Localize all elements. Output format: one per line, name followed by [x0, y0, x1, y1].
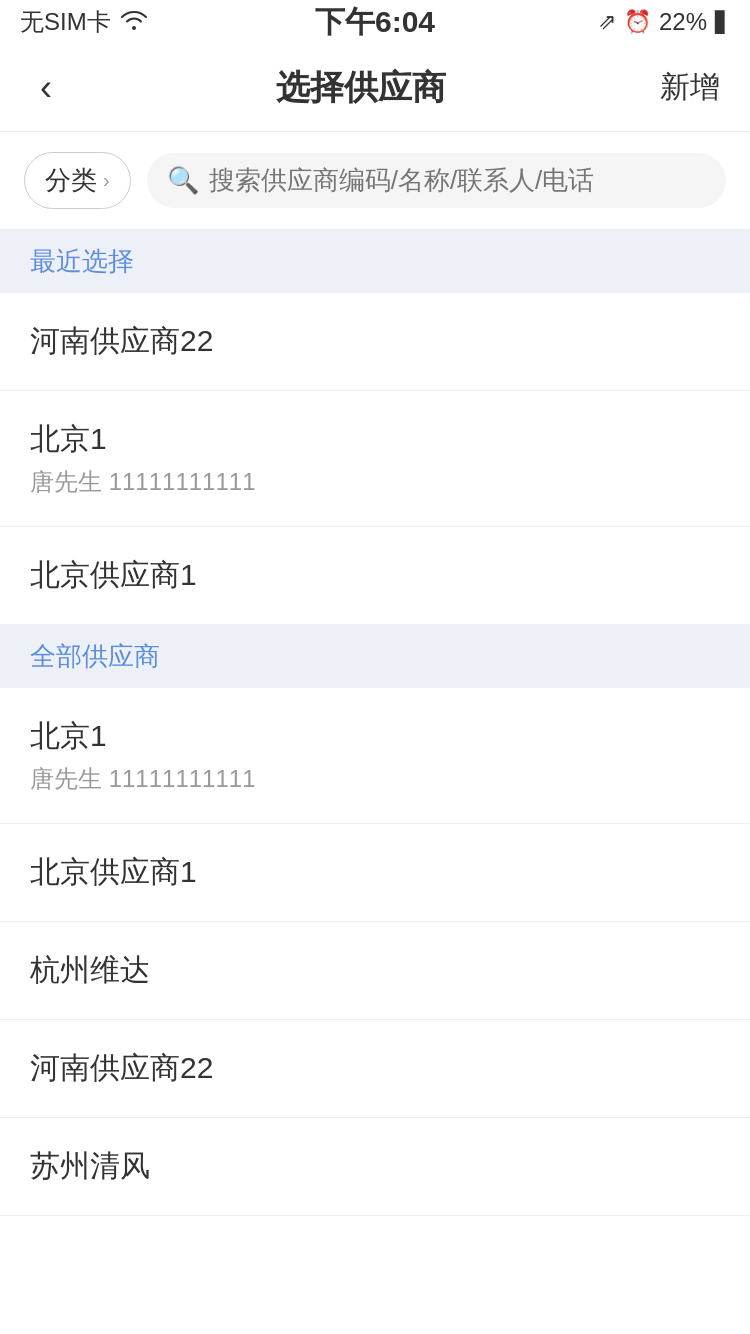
status-bar: 无SIM卡 下午6:04 ⇗ ⏰ 22% ▋ — [0, 0, 750, 44]
item-name: 河南供应商22 — [30, 321, 720, 362]
list-item[interactable]: 河南供应商22 — [0, 293, 750, 391]
list-item[interactable]: 北京供应商1 — [0, 527, 750, 625]
list-item[interactable]: 河南供应商22 — [0, 1020, 750, 1118]
all-list: 北京1 唐先生 11111111111 北京供应商1 杭州维达河南供应商22 苏州清风 — [0, 688, 750, 1216]
add-button[interactable]: 新增 — [660, 67, 720, 108]
item-name: 北京1 — [30, 419, 720, 460]
search-input[interactable] — [209, 165, 706, 196]
list-item[interactable]: 北京1 唐先生 11111111111 — [0, 391, 750, 527]
location-icon: ⇗ — [598, 9, 616, 35]
list-item[interactable]: 杭州维达 — [0, 922, 750, 1020]
back-button[interactable]: ‹ — [30, 57, 62, 119]
nav-bar: ‹ 选择供应商 新增 — [0, 44, 750, 132]
status-left: 无SIM卡 — [20, 6, 149, 38]
battery-text: 22% — [659, 8, 707, 36]
status-time: 下午6:04 — [315, 2, 435, 43]
battery-icon: ▋ — [715, 10, 730, 34]
recent-list: 河南供应商22 北京1 唐先生 11111111111 北京供应商1 — [0, 293, 750, 625]
item-name: 河南供应商22 — [30, 1048, 720, 1089]
all-section-header: 全部供应商 — [0, 625, 750, 688]
search-icon: 🔍 — [167, 165, 199, 196]
category-label: 分类 — [45, 163, 97, 198]
item-name: 北京1 — [30, 716, 720, 757]
list-item[interactable]: 苏州清风 — [0, 1118, 750, 1216]
alarm-icon: ⏰ — [624, 9, 651, 35]
category-filter-button[interactable]: 分类 › — [24, 152, 131, 209]
carrier-text: 无SIM卡 — [20, 6, 111, 38]
list-item[interactable]: 北京1 唐先生 11111111111 — [0, 688, 750, 824]
list-item[interactable]: 北京供应商1 — [0, 824, 750, 922]
wifi-icon — [119, 8, 149, 36]
item-name: 北京供应商1 — [30, 852, 720, 893]
chevron-right-icon: › — [103, 169, 110, 192]
item-name: 北京供应商1 — [30, 555, 720, 596]
search-box: 🔍 — [147, 153, 726, 208]
item-name: 苏州清风 — [30, 1146, 720, 1187]
item-name: 杭州维达 — [30, 950, 720, 991]
filter-bar: 分类 › 🔍 — [0, 132, 750, 230]
recent-section-header: 最近选择 — [0, 230, 750, 293]
page-title: 选择供应商 — [276, 65, 446, 111]
status-right: ⇗ ⏰ 22% ▋ — [598, 8, 730, 36]
item-sub: 唐先生 11111111111 — [30, 763, 720, 795]
item-sub: 唐先生 11111111111 — [30, 466, 720, 498]
